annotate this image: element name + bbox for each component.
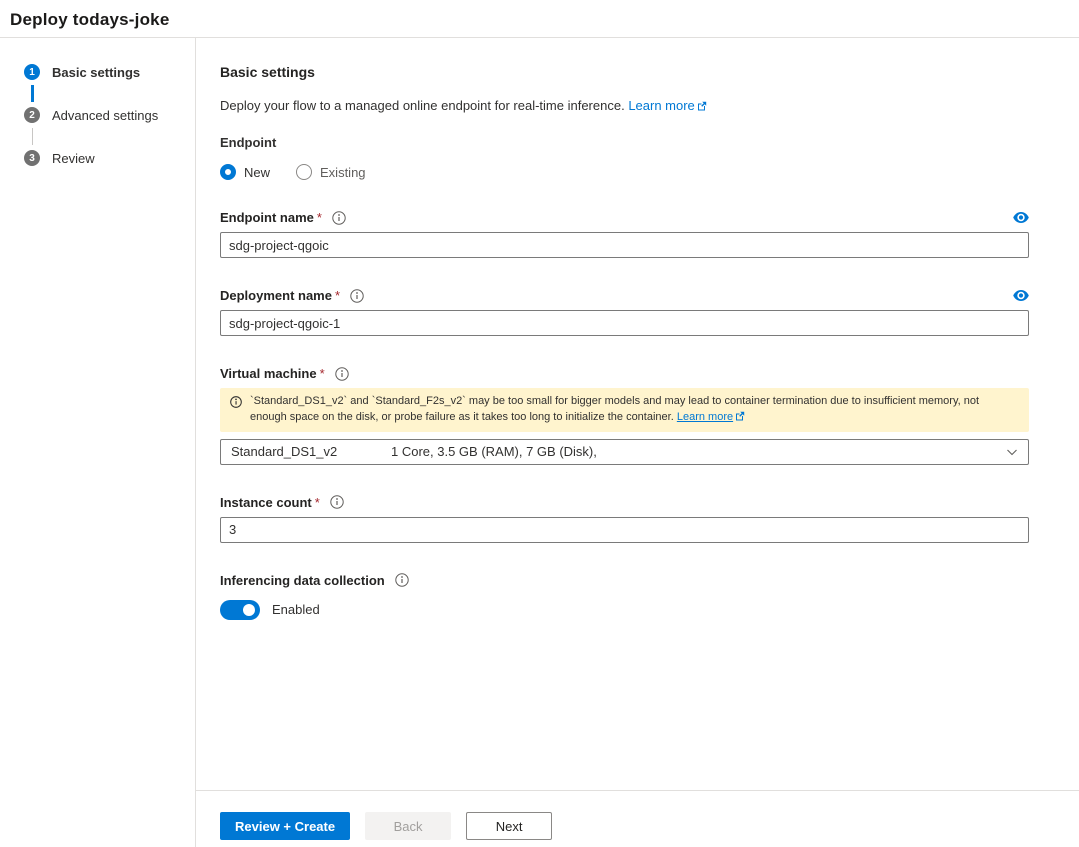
section-heading: Basic settings xyxy=(220,64,315,80)
info-icon[interactable] xyxy=(330,495,344,510)
wizard-step-advanced-settings[interactable]: 2 Advanced settings xyxy=(24,107,195,123)
required-asterisk: * xyxy=(319,366,325,381)
back-button[interactable]: Back xyxy=(365,812,452,840)
wizard-step-review[interactable]: 3 Review xyxy=(24,150,195,166)
virtual-machine-label-row: Virtual machine * xyxy=(220,366,1029,381)
required-asterisk: * xyxy=(314,494,320,510)
inferencing-label: Inferencing data collection xyxy=(220,572,385,588)
wizard-footer: Review + Create Back Next xyxy=(196,790,1079,847)
chevron-down-icon xyxy=(1007,449,1017,456)
step-connector xyxy=(31,85,34,102)
virtual-machine-label: Virtual machine xyxy=(220,366,317,381)
wizard-step-basic-settings[interactable]: 1 Basic settings xyxy=(24,64,195,80)
instance-count-field: Instance count * xyxy=(220,495,1029,543)
eye-icon[interactable] xyxy=(1013,212,1029,223)
vm-selected-specs: 1 Core, 3.5 GB (RAM), 7 GB (Disk), xyxy=(391,444,597,460)
banner-warning-text: `Standard_DS1_v2` and `Standard_F2s_v2` … xyxy=(250,395,980,423)
vm-selected-name: Standard_DS1_v2 xyxy=(231,444,338,460)
radio-new-label: New xyxy=(244,164,271,180)
radio-existing-label: Existing xyxy=(320,164,366,180)
deployment-name-field: Deployment name * xyxy=(220,288,1029,336)
toggle-state-label: Enabled xyxy=(272,602,320,618)
radio-selected-icon xyxy=(220,164,236,180)
virtual-machine-select[interactable]: Standard_DS1_v2 1 Core, 3.5 GB (RAM), 7 … xyxy=(220,438,1029,465)
description-text: Deploy your flow to a managed online end… xyxy=(220,98,625,113)
eye-icon[interactable] xyxy=(1013,290,1029,301)
banner-learn-more-link[interactable]: Learn more xyxy=(677,411,733,423)
radio-unselected-icon xyxy=(296,164,313,180)
deploy-wizard: 1 Basic settings 2 Advanced settings 3 R… xyxy=(0,38,1079,847)
section-description: Deploy your flow to a managed online end… xyxy=(220,98,1029,113)
endpoint-name-field: Endpoint name * xyxy=(220,210,1029,258)
endpoint-existing-radio[interactable]: Existing xyxy=(296,164,366,180)
page-title: Deploy todays-joke xyxy=(10,10,170,29)
endpoint-name-label-row: Endpoint name * xyxy=(220,210,1029,225)
step-2-number-badge: 2 xyxy=(24,107,40,123)
endpoint-name-label: Endpoint name xyxy=(220,210,314,225)
step-2-label: Advanced settings xyxy=(52,107,159,123)
step-3-number-badge: 3 xyxy=(24,150,40,166)
inferencing-data-collection-field: Inferencing data collection Enabled xyxy=(220,573,1029,620)
vm-size-warning-banner: `Standard_DS1_v2` and `Standard_F2s_v2` … xyxy=(220,388,1029,432)
deployment-name-label: Deployment name xyxy=(220,288,332,303)
page-header: Deploy todays-joke xyxy=(0,0,1079,38)
external-link-icon xyxy=(697,101,706,111)
endpoint-group-label: Endpoint xyxy=(220,135,277,150)
step-1-label: Basic settings xyxy=(52,64,141,80)
step-1-number-badge: 1 xyxy=(24,64,40,80)
virtual-machine-field: Virtual machine * `Standard_DS1_v2` and … xyxy=(220,366,1029,465)
banner-text: `Standard_DS1_v2` and `Standard_F2s_v2` … xyxy=(250,394,1017,426)
toggle-knob xyxy=(243,603,255,616)
endpoint-new-radio[interactable]: New xyxy=(220,164,270,180)
instance-count-label-row: Instance count * xyxy=(220,495,1029,510)
external-link-icon xyxy=(736,411,745,421)
inferencing-toggle[interactable] xyxy=(220,599,260,620)
required-asterisk: * xyxy=(334,288,341,303)
instance-count-label: Instance count xyxy=(220,494,312,510)
review-create-button[interactable]: Review + Create xyxy=(220,812,351,840)
step-3-label: Review xyxy=(52,150,95,166)
endpoint-radio-group: New Existing xyxy=(220,164,1029,180)
main-panel: Basic settings Deploy your flow to a man… xyxy=(196,38,1079,847)
inferencing-toggle-row: Enabled xyxy=(220,599,1029,620)
learn-more-link[interactable]: Learn more xyxy=(628,98,694,113)
deployment-name-input[interactable] xyxy=(220,310,1029,336)
info-icon[interactable] xyxy=(332,210,346,225)
endpoint-name-input[interactable] xyxy=(220,232,1029,258)
wizard-steps-nav: 1 Basic settings 2 Advanced settings 3 R… xyxy=(0,38,196,847)
basic-settings-form: Basic settings Deploy your flow to a man… xyxy=(196,38,1079,790)
info-icon[interactable] xyxy=(395,573,409,588)
banner-info-icon xyxy=(230,396,242,426)
instance-count-input[interactable] xyxy=(220,516,1029,543)
info-icon[interactable] xyxy=(334,366,349,381)
info-icon[interactable] xyxy=(350,288,364,303)
next-button[interactable]: Next xyxy=(466,812,553,840)
inferencing-label-row: Inferencing data collection xyxy=(220,573,1029,588)
deployment-name-label-row: Deployment name * xyxy=(220,288,1029,303)
step-connector xyxy=(32,128,33,145)
required-asterisk: * xyxy=(316,210,322,225)
